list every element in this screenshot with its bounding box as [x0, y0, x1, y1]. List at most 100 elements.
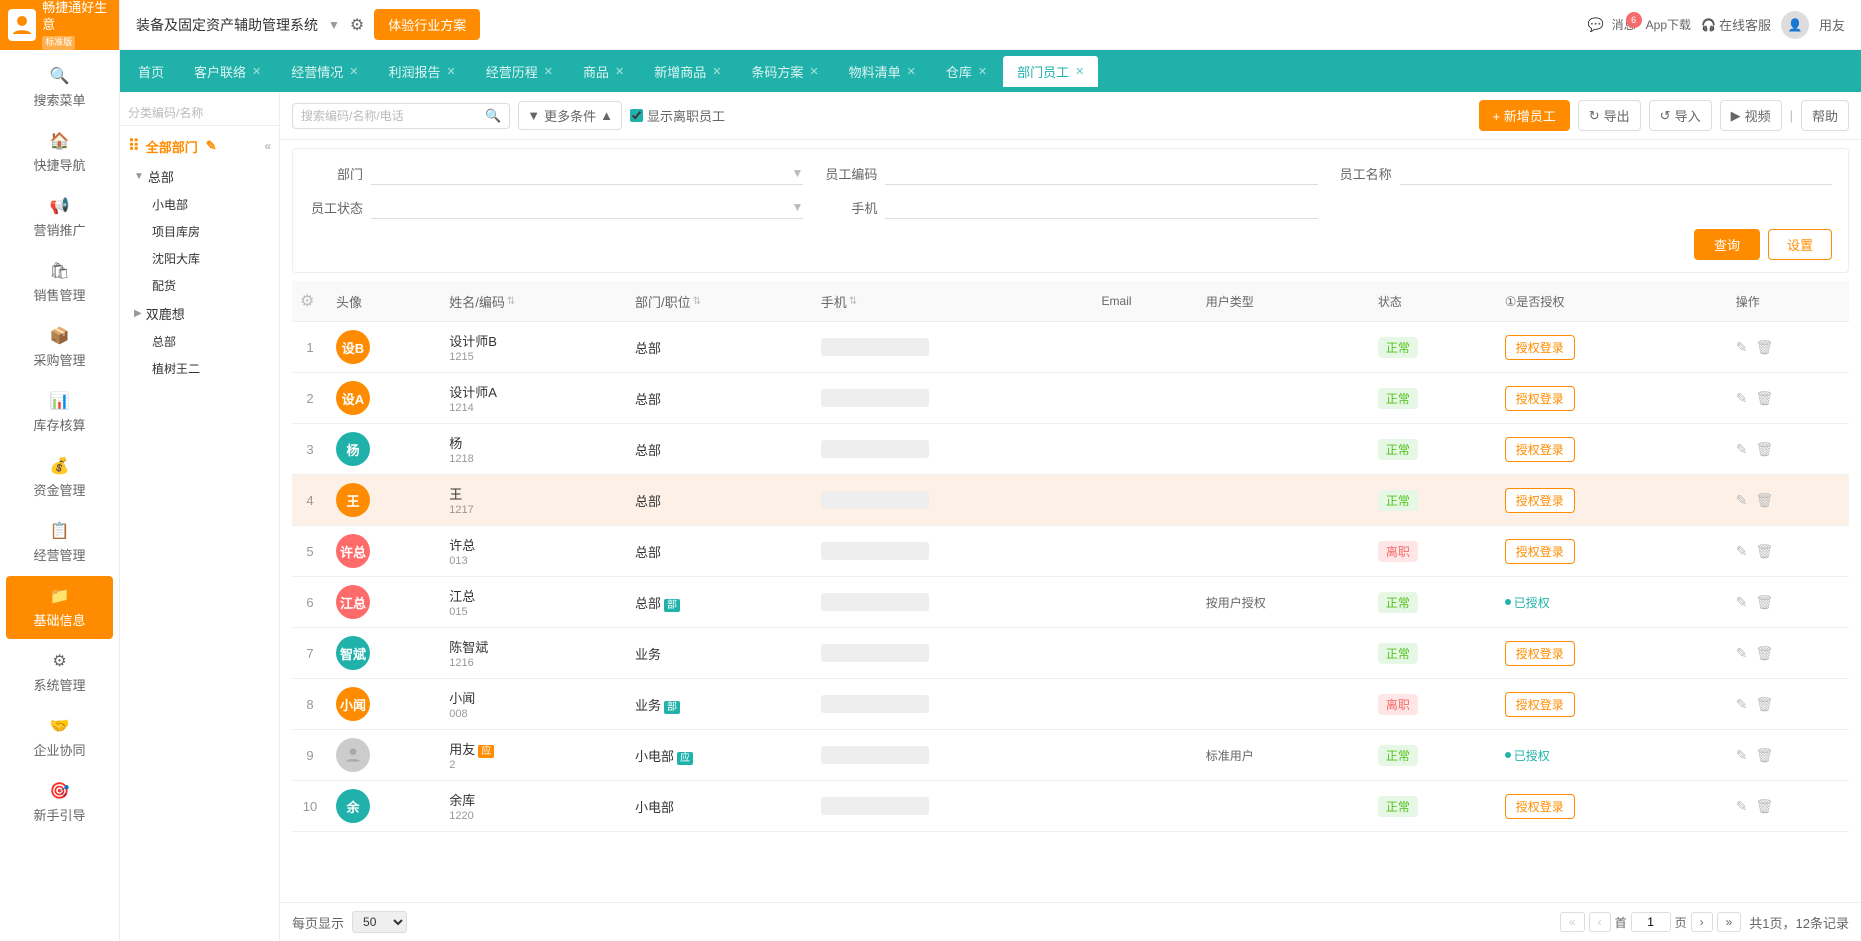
auth-btn[interactable]: 授权登录	[1505, 692, 1575, 717]
sidebar-item-search[interactable]: 🔍 搜索菜单	[6, 56, 113, 119]
next-page-btn[interactable]: ›	[1691, 912, 1713, 932]
sidebar-item-quicknav[interactable]: 🏠 快捷导航	[6, 121, 113, 184]
delete-icon[interactable]: 🗑	[1755, 492, 1773, 509]
tree-item-peihuo[interactable]: 配货	[120, 272, 279, 299]
edit-icon[interactable]: ✎	[1736, 339, 1748, 356]
show-resigned-label[interactable]: 显示离职员工	[630, 106, 725, 125]
sidebar-item-finance[interactable]: 💰 资金管理	[6, 446, 113, 509]
edit-icon[interactable]: ✎	[1736, 543, 1748, 560]
edit-icon[interactable]: ✎	[1736, 441, 1748, 458]
query-btn[interactable]: 查询	[1694, 229, 1760, 260]
edit-icon[interactable]: ✎	[1736, 696, 1748, 713]
tree-item-zhishu[interactable]: 植树王二	[120, 355, 279, 382]
chevron-down-icon[interactable]: ▼	[328, 18, 340, 32]
sidebar-item-collab[interactable]: 🤝 企业协同	[6, 706, 113, 769]
tab-history[interactable]: 经营历程✕	[472, 56, 567, 87]
app-download-link[interactable]: App下载	[1646, 16, 1691, 33]
settings-gear-icon[interactable]: ⚙	[350, 15, 364, 35]
th-dept[interactable]: 部门/职位⇅	[627, 281, 813, 322]
tab-operations[interactable]: 经营情况✕	[277, 56, 372, 87]
delete-icon[interactable]: 🗑	[1755, 594, 1773, 611]
help-btn[interactable]: 帮助	[1801, 100, 1849, 131]
th-name[interactable]: 姓名/编码⇅	[441, 281, 627, 322]
tree-item-shenyang[interactable]: 沈阳大库	[120, 245, 279, 272]
auth-btn[interactable]: 授权登录	[1505, 386, 1575, 411]
per-page-select[interactable]: 50 100 200	[352, 911, 407, 933]
delete-icon[interactable]: 🗑	[1755, 441, 1773, 458]
message-badge[interactable]: 💬 6 消息	[1588, 16, 1636, 33]
add-employee-btn[interactable]: + 新增员工	[1479, 100, 1570, 131]
user-name[interactable]: 用友	[1819, 15, 1845, 34]
online-service-link[interactable]: 🎧 在线客服	[1701, 15, 1771, 34]
export-btn[interactable]: ↻ 导出	[1578, 100, 1641, 131]
delete-icon[interactable]: 🗑	[1755, 645, 1773, 662]
sidebar-item-marketing[interactable]: 📢 营销推广	[6, 186, 113, 249]
delete-icon[interactable]: 🗑	[1755, 390, 1773, 407]
tab-goods[interactable]: 商品✕	[569, 56, 638, 87]
prev-page-btn[interactable]: ‹	[1589, 912, 1611, 932]
delete-icon[interactable]: 🗑	[1755, 747, 1773, 764]
search-icon[interactable]: 🔍	[485, 108, 501, 124]
auth-btn[interactable]: 授权登录	[1505, 539, 1575, 564]
sidebar-item-basic[interactable]: 📁 基础信息	[6, 576, 113, 639]
view-btn[interactable]: ▶ 视频	[1720, 100, 1782, 131]
tree-item-project[interactable]: 项目库房	[120, 218, 279, 245]
filter-status-select[interactable]: ▼	[371, 196, 803, 219]
th-phone[interactable]: 手机⇅	[813, 281, 1094, 322]
first-page-btn[interactable]: «	[1560, 912, 1585, 932]
sidebar-item-sales[interactable]: 🛍 销售管理	[6, 251, 113, 314]
set-btn[interactable]: 设置	[1768, 229, 1832, 260]
table-settings-icon[interactable]: ⚙	[300, 293, 314, 310]
tree-edit-icon[interactable]: ✎	[206, 138, 217, 154]
tree-header-label[interactable]: 全部部门	[146, 137, 198, 156]
tab-bom[interactable]: 物料清单✕	[835, 56, 930, 87]
sidebar-item-purchase[interactable]: 📦 采购管理	[6, 316, 113, 379]
delete-icon[interactable]: 🗑	[1755, 696, 1773, 713]
tab-warehouse[interactable]: 仓库✕	[932, 56, 1001, 87]
filter-name-input[interactable]	[1400, 161, 1832, 185]
sidebar-item-system[interactable]: ⚙ 系统管理	[6, 641, 113, 704]
sidebar-item-inventory[interactable]: 📊 库存核算	[6, 381, 113, 444]
edit-icon[interactable]: ✎	[1736, 390, 1748, 407]
import-btn[interactable]: ↺ 导入	[1649, 100, 1712, 131]
delete-icon[interactable]: 🗑	[1755, 798, 1773, 815]
tab-barcode[interactable]: 条码方案✕	[737, 56, 832, 87]
tab-home[interactable]: 首页	[124, 56, 178, 87]
tree-group-shuanglu[interactable]: ▶ 双鹿想	[120, 299, 279, 328]
trial-btn[interactable]: 体验行业方案	[374, 9, 480, 40]
show-resigned-checkbox[interactable]	[630, 109, 643, 122]
edit-icon[interactable]: ✎	[1736, 798, 1748, 815]
tab-new-goods[interactable]: 新增商品✕	[640, 56, 735, 87]
filter-dept-select[interactable]: ▼	[371, 162, 803, 185]
auth-btn[interactable]: 授权登录	[1505, 794, 1575, 819]
auth-btn[interactable]: 授权登录	[1505, 437, 1575, 462]
tree-group-zongbu[interactable]: ▼ 总部	[120, 162, 279, 191]
table-row: 5 许总 许总 013 总部 ░░░░░░░░ 离职 授权登录 ✎ 🗑	[292, 526, 1849, 577]
edit-icon[interactable]: ✎	[1736, 492, 1748, 509]
tree-search-input[interactable]	[128, 106, 280, 120]
tree-collapse-icon[interactable]: «	[264, 139, 271, 153]
edit-icon[interactable]: ✎	[1736, 645, 1748, 662]
delete-icon[interactable]: 🗑	[1755, 339, 1773, 356]
more-filter-btn[interactable]: ▼ 更多条件 ▲	[518, 101, 622, 130]
edit-icon[interactable]: ✎	[1736, 594, 1748, 611]
sidebar-item-operations[interactable]: 📋 经营管理	[6, 511, 113, 574]
auth-btn[interactable]: 授权登录	[1505, 335, 1575, 360]
auth-btn[interactable]: 授权登录	[1505, 488, 1575, 513]
last-page-btn[interactable]: »	[1717, 912, 1742, 932]
tree-item-xiaodian[interactable]: 小电部	[120, 191, 279, 218]
page-input[interactable]	[1631, 912, 1671, 932]
sidebar-item-guide[interactable]: 🎯 新手引导	[6, 771, 113, 834]
filter-code-input[interactable]	[885, 161, 1317, 185]
status-cell: 正常	[1370, 577, 1497, 628]
delete-icon[interactable]: 🗑	[1755, 543, 1773, 560]
tree-item-zongbu2[interactable]: 总部	[120, 328, 279, 355]
tab-department[interactable]: 部门员工✕	[1003, 56, 1098, 87]
user-avatar[interactable]: 👤	[1781, 11, 1809, 39]
filter-phone-input[interactable]	[885, 195, 1317, 219]
search-input[interactable]	[301, 109, 481, 123]
auth-btn[interactable]: 授权登录	[1505, 641, 1575, 666]
tab-profit[interactable]: 利润报告✕	[374, 56, 469, 87]
edit-icon[interactable]: ✎	[1736, 747, 1748, 764]
tab-customer[interactable]: 客户联络✕	[180, 56, 275, 87]
